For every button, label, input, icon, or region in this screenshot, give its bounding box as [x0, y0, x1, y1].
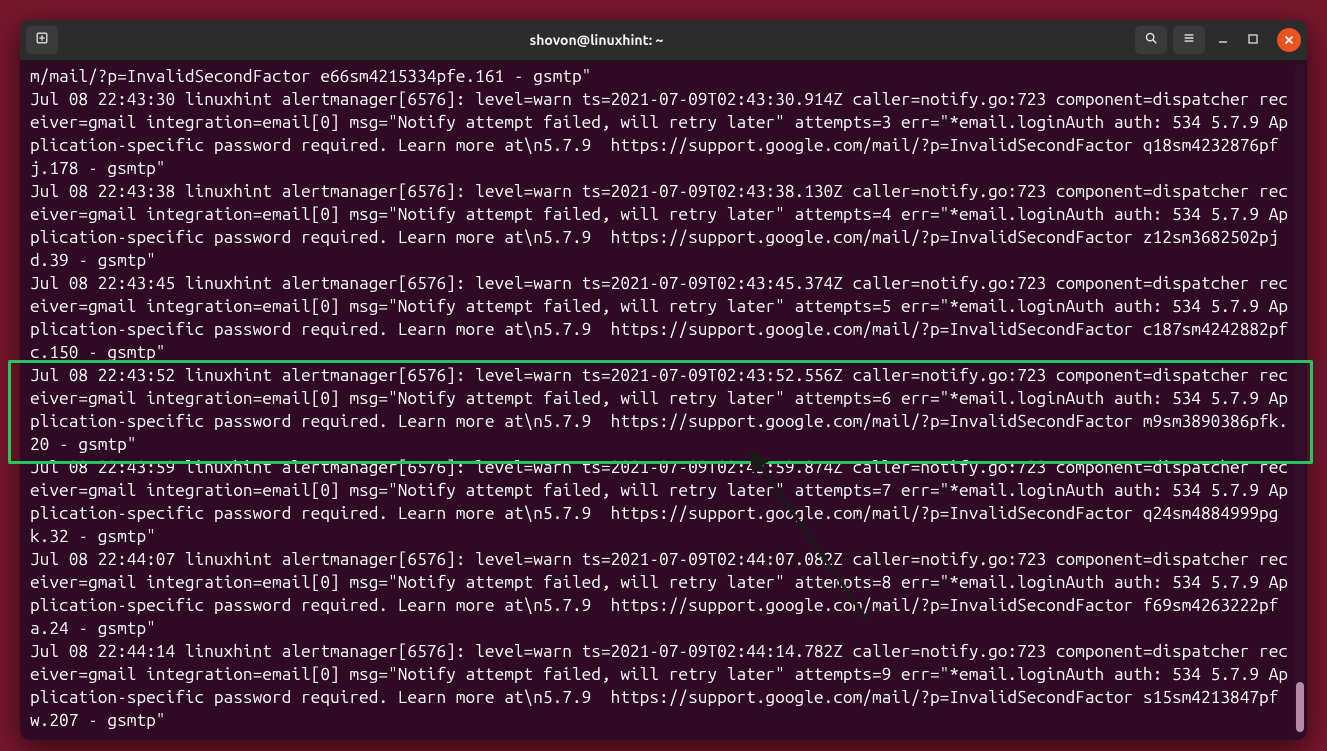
maximize-button[interactable] [1241, 28, 1265, 52]
window-title: shovon@linuxhint: ~ [58, 32, 1135, 48]
terminal-window: shovon@linuxhint: ~ [20, 20, 1307, 740]
log-entry: Jul 08 22:43:52 linuxhint alertmanager[6… [30, 364, 1297, 456]
new-tab-button[interactable] [26, 26, 58, 54]
scrollbar-track[interactable] [1295, 64, 1305, 736]
log-entry: Jul 08 22:43:45 linuxhint alertmanager[6… [30, 272, 1297, 364]
close-button[interactable] [1277, 28, 1301, 52]
menu-button[interactable] [1173, 26, 1205, 54]
log-entry: Jul 08 22:43:38 linuxhint alertmanager[6… [30, 180, 1297, 272]
search-icon [1144, 31, 1158, 49]
log-entry: Jul 08 22:43:59 linuxhint alertmanager[6… [30, 456, 1297, 548]
log-entry: Jul 08 22:44:07 linuxhint alertmanager[6… [30, 548, 1297, 640]
log-entry: Jul 08 22:43:30 linuxhint alertmanager[6… [30, 88, 1297, 180]
new-tab-icon [35, 31, 49, 49]
close-icon [1284, 31, 1294, 49]
log-entry: Jul 08 22:44:14 linuxhint alertmanager[6… [30, 640, 1297, 732]
terminal-output[interactable]: m/mail/?p=InvalidSecondFactor e66sm42153… [20, 61, 1307, 740]
minimize-button[interactable] [1211, 28, 1235, 52]
titlebar: shovon@linuxhint: ~ [20, 20, 1307, 61]
log-line-partial: m/mail/?p=InvalidSecondFactor e66sm42153… [30, 65, 1297, 88]
maximize-icon [1247, 31, 1259, 49]
search-button[interactable] [1135, 26, 1167, 54]
hamburger-icon [1182, 31, 1196, 49]
minimize-icon [1217, 31, 1229, 49]
scrollbar-thumb[interactable] [1296, 682, 1304, 732]
